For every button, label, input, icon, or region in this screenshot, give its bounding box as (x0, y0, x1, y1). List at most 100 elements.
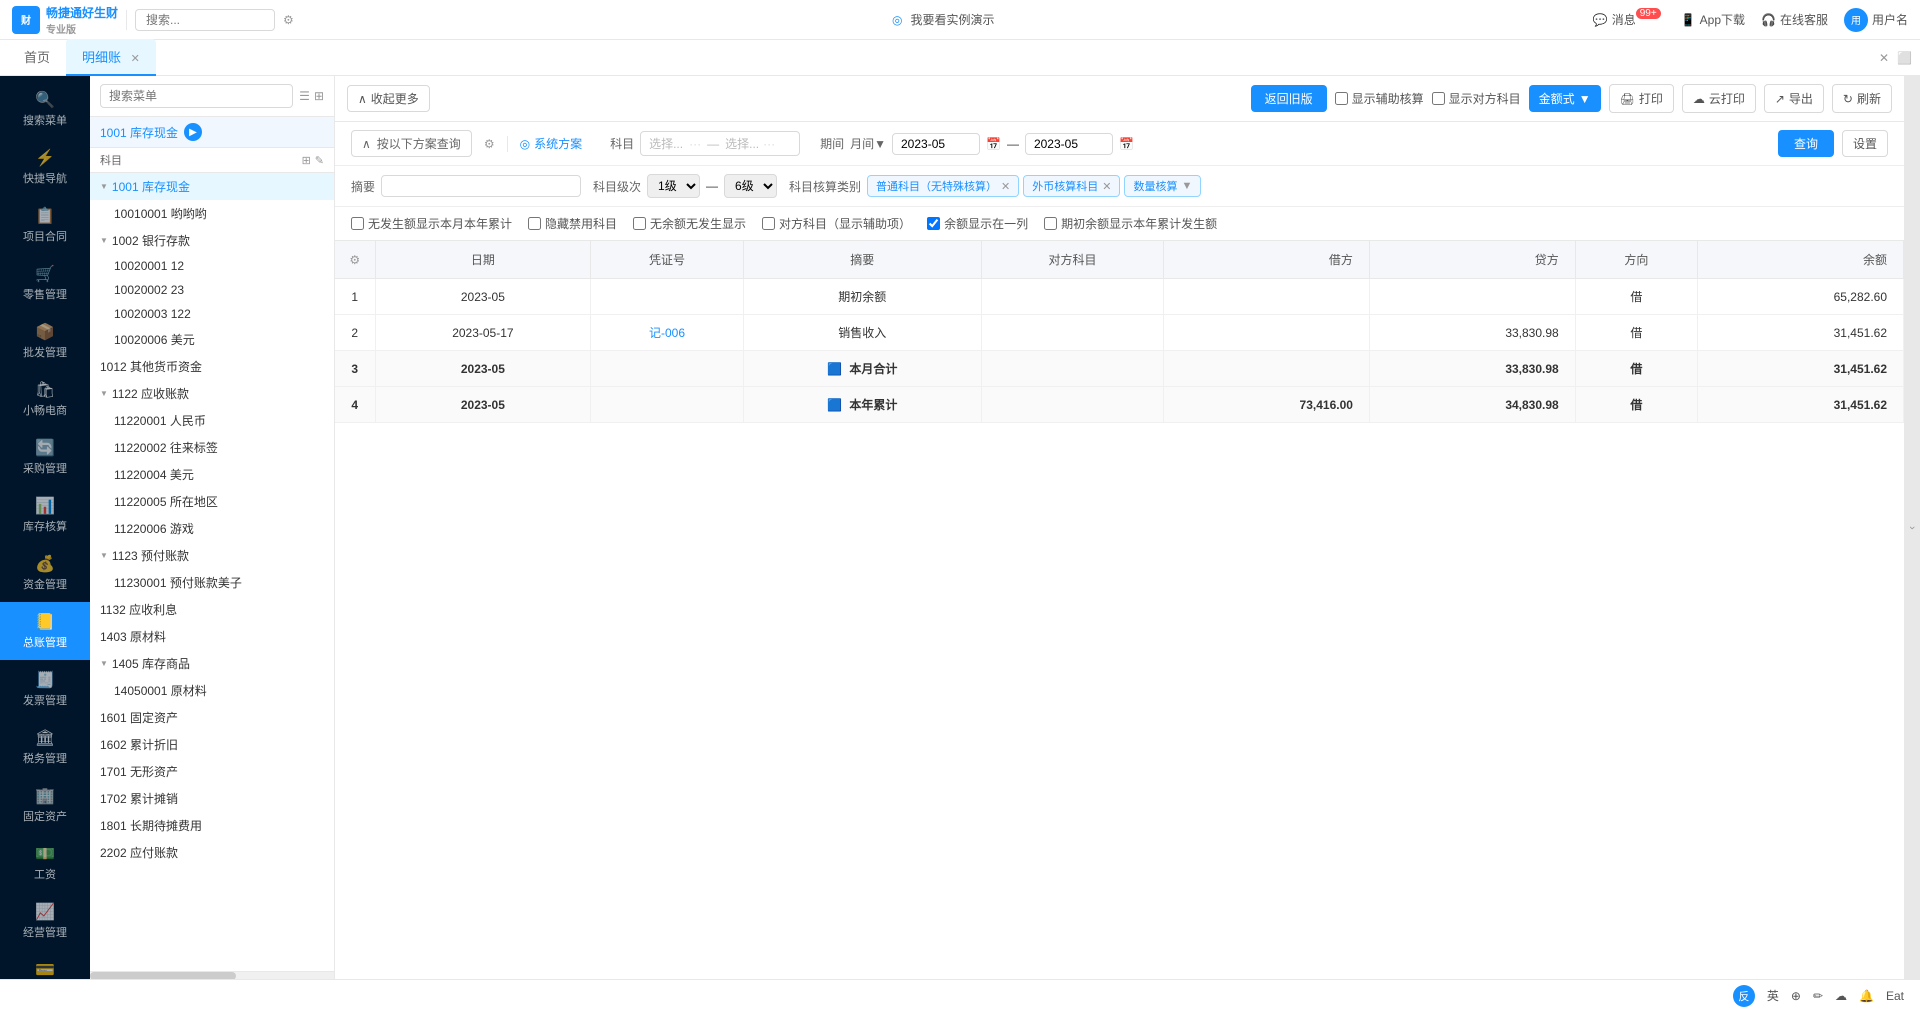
show-assist-input[interactable] (1335, 92, 1348, 105)
show-assist-checkbox[interactable]: 显示辅助核算 (1335, 90, 1424, 107)
voucher-link-2[interactable]: 记-006 (649, 326, 685, 340)
tree-node-10020001[interactable]: 10020001 12 (90, 254, 334, 278)
sidebar-item-tax[interactable]: 🏛 税务管理 (0, 718, 90, 776)
tree-node-1012[interactable]: 1012 其他货币资金 (90, 353, 334, 380)
category-tag-1-close[interactable]: ✕ (1102, 180, 1111, 193)
tree-node-1002[interactable]: ▼ 1002 银行存款 (90, 227, 334, 254)
tree-node-10020003[interactable]: 10020003 122 (90, 302, 334, 326)
calendar-end-icon[interactable]: 📅 (1119, 137, 1134, 151)
level-end-select[interactable]: 6级 (724, 174, 777, 198)
summary-input[interactable] (381, 175, 581, 197)
subject-input[interactable]: 选择... ··· — 选择... ··· (640, 131, 800, 156)
tab-home[interactable]: 首页 (8, 39, 66, 76)
tree-node-1403[interactable]: 1403 原材料 (90, 623, 334, 650)
user-item[interactable]: 用 用户名 (1844, 8, 1908, 32)
check-no-balance[interactable]: 无余额无发生显示 (633, 215, 746, 232)
tree-node-11220006[interactable]: 11220006 游戏 (90, 515, 334, 542)
online-service-item[interactable]: 🎧 在线客服 (1761, 11, 1828, 28)
tree-node-1601[interactable]: 1601 固定资产 (90, 704, 334, 731)
sidebar-item-quicknav[interactable]: ⚡ 快捷导航 (0, 138, 90, 196)
tree-node-11220001[interactable]: 11220001 人民币 (90, 407, 334, 434)
tree-node-10020002[interactable]: 10020002 23 (90, 278, 334, 302)
right-collapse[interactable]: › (1904, 76, 1920, 979)
cloud-print-btn[interactable]: ☁ 云打印 (1682, 84, 1756, 113)
tree-node-1122[interactable]: ▼ 1122 应收账款 (90, 380, 334, 407)
period-start-input[interactable] (892, 133, 980, 155)
bottom-eat-btn[interactable]: Eat (1886, 989, 1904, 1003)
app-download-item[interactable]: 📱 App下载 (1681, 11, 1745, 28)
top-search-input[interactable] (135, 9, 275, 31)
tree-node-1405[interactable]: ▼ 1405 库存商品 (90, 650, 334, 677)
check-hide-disabled-input[interactable] (528, 217, 541, 230)
tree-node-11220004[interactable]: 11220004 美元 (90, 461, 334, 488)
sidebar-item-project[interactable]: 📋 项目合同 (0, 196, 90, 254)
bottom-feedback-btn[interactable]: 反 (1733, 985, 1755, 1007)
tree-node-11230001[interactable]: 11230001 预付账款美子 (90, 569, 334, 596)
check-balance-one-col[interactable]: 余额显示在一列 (927, 215, 1028, 232)
tree-view-icon[interactable]: ⊞ (314, 89, 324, 103)
check-opening-ytd-input[interactable] (1044, 217, 1057, 230)
tab-close-icon[interactable]: ✕ (131, 53, 140, 65)
sidebar-item-ecommerce[interactable]: 🛍 小畅电商 (0, 370, 90, 428)
bottom-edit-btn[interactable]: ✏ (1813, 989, 1823, 1003)
sidebar-item-ledger[interactable]: 📒 总账管理 (0, 602, 90, 660)
sidebar-item-operations[interactable]: 📈 经营管理 (0, 892, 90, 950)
subject-next-btn[interactable]: ▶ (184, 123, 202, 141)
search-menu-input[interactable] (100, 84, 293, 108)
list-view-icon[interactable]: ☰ (299, 89, 310, 103)
expand-query-btn[interactable]: ∧ 按以下方案查询 (351, 130, 472, 157)
sidebar-item-finance[interactable]: 💰 资金管理 (0, 544, 90, 602)
show-contra-input[interactable] (1432, 92, 1445, 105)
sidebar-item-purchase[interactable]: 🔄 采购管理 (0, 428, 90, 486)
expand-btn[interactable]: ∧ 收起更多 (347, 85, 430, 112)
filter-config-icon[interactable]: ⚙ (484, 137, 495, 151)
check-opening-ytd[interactable]: 期初余额显示本年累计发生额 (1044, 215, 1217, 232)
sidebar-item-wholesale[interactable]: 📦 批发管理 (0, 312, 90, 370)
format-btn[interactable]: 金额式 ▼ (1529, 85, 1601, 112)
calendar-start-icon[interactable]: 📅 (986, 137, 1001, 151)
message-item[interactable]: 💬 消息 99+ (1593, 11, 1665, 28)
tree-node-1702[interactable]: 1702 累计摊销 (90, 785, 334, 812)
setting-btn[interactable]: 设置 (1842, 130, 1888, 157)
query-btn[interactable]: 查询 (1778, 130, 1834, 157)
check-no-activity-input[interactable] (351, 217, 364, 230)
tree-node-1801[interactable]: 1801 长期待摊费用 (90, 812, 334, 839)
bottom-lang-btn[interactable]: 英 (1767, 987, 1779, 1004)
sidebar-item-invoice[interactable]: 🧾 发票管理 (0, 660, 90, 718)
tab-detail[interactable]: 明细账 ✕ (66, 39, 156, 76)
check-balance-one-col-input[interactable] (927, 217, 940, 230)
check-hide-disabled[interactable]: 隐藏禁用科目 (528, 215, 617, 232)
show-contra-checkbox[interactable]: 显示对方科目 (1432, 90, 1521, 107)
tree-node-14050001[interactable]: 14050001 原材料 (90, 677, 334, 704)
demo-text[interactable]: 我要看实例演示 (911, 11, 995, 28)
return-old-btn[interactable]: 返回旧版 (1251, 85, 1327, 112)
export-btn[interactable]: ↗ 导出 (1764, 84, 1824, 113)
refresh-btn[interactable]: ↻ 刷新 (1832, 84, 1892, 113)
print-btn[interactable]: 🖨 打印 (1609, 84, 1674, 113)
period-end-input[interactable] (1025, 133, 1113, 155)
tab-maximize-icon[interactable]: ⬜ (1897, 51, 1912, 65)
sidebar-item-salary[interactable]: 💵 工资 (0, 834, 90, 892)
tree-node-1123[interactable]: ▼ 1123 预付账款 (90, 542, 334, 569)
sidebar-item-expense[interactable]: 💳 小畅报销 (0, 950, 90, 979)
check-no-balance-input[interactable] (633, 217, 646, 230)
schema-tag[interactable]: ◎ 系统方案 (520, 135, 583, 152)
tab-close-all-icon[interactable]: ✕ (1879, 51, 1889, 65)
expand-all-icon[interactable]: ⊞ (302, 154, 311, 167)
bottom-zoom-btn[interactable]: ⊕ (1791, 989, 1801, 1003)
tree-node-10020006[interactable]: 10020006 美元 (90, 326, 334, 353)
tree-node-1001[interactable]: ▼ 1001 库存现金 (90, 173, 334, 200)
sidebar-item-retail[interactable]: 🛒 零售管理 (0, 254, 90, 312)
level-start-select[interactable]: 1级 (647, 174, 700, 198)
tree-node-11220002[interactable]: 11220002 往来标签 (90, 434, 334, 461)
sidebar-item-assets[interactable]: 🏢 固定资产 (0, 776, 90, 834)
tree-node-1132[interactable]: 1132 应收利息 (90, 596, 334, 623)
filter-icon[interactable]: ✎ (315, 154, 324, 167)
check-no-activity[interactable]: 无发生额显示本月本年累计 (351, 215, 512, 232)
tree-node-2202[interactable]: 2202 应付账款 (90, 839, 334, 866)
bottom-notification-btn[interactable]: 🔔 (1859, 989, 1874, 1003)
tree-node-11220005[interactable]: 11220005 所在地区 (90, 488, 334, 515)
category-tag-0-close[interactable]: ✕ (1001, 180, 1010, 193)
tree-node-10010001[interactable]: 10010001 哟哟哟 (90, 200, 334, 227)
bottom-cloud-btn[interactable]: ☁ (1835, 989, 1847, 1003)
